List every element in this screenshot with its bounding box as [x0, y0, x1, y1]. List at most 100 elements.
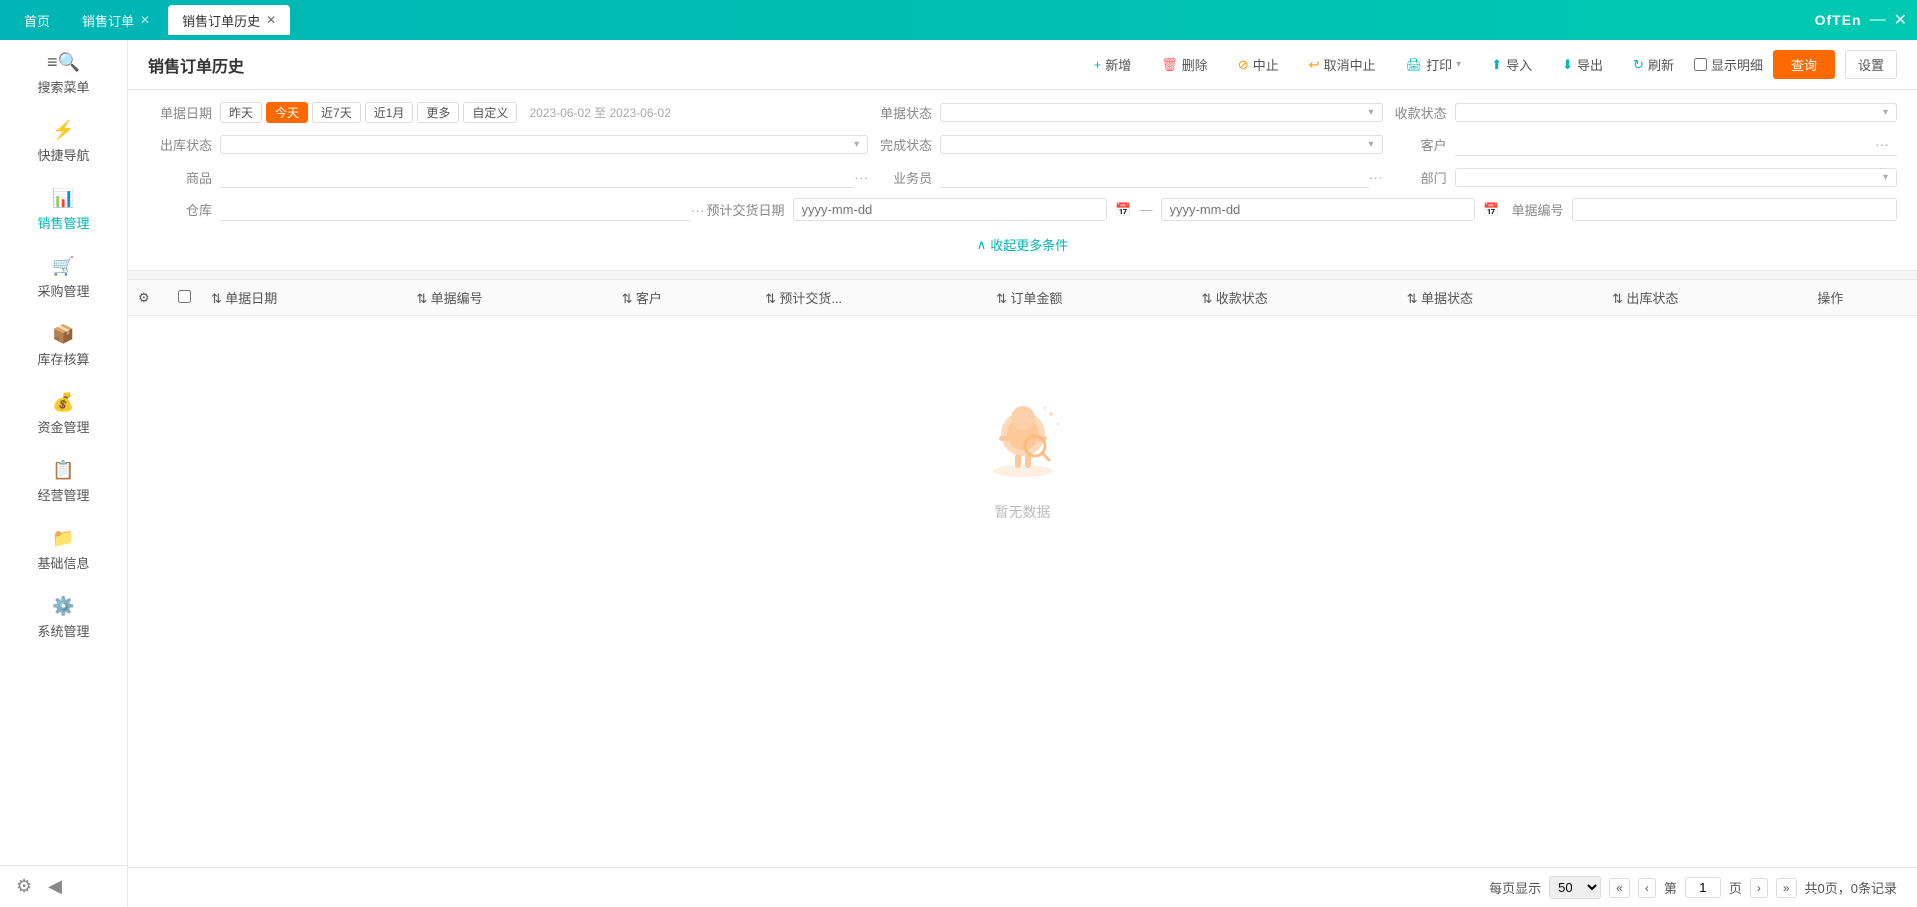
close-icon[interactable]: ✕ [1894, 10, 1907, 30]
refresh-button[interactable]: ↻ 刷新 [1623, 51, 1684, 78]
sidebar-item-search-menu-label: 搜索菜单 [37, 77, 89, 96]
select-all-checkbox[interactable] [178, 290, 191, 303]
receipt-status-select[interactable]: ▾ [1455, 103, 1897, 122]
th-amount-sort-icon[interactable]: ⇅ [996, 291, 1007, 306]
prev-page-button[interactable]: ‹ [1638, 878, 1656, 898]
out-status-select[interactable]: ▾ [220, 135, 868, 154]
settings-button[interactable]: 设置 [1845, 50, 1897, 79]
settings-gear-icon[interactable]: ⚙ [16, 876, 32, 897]
date-btn-yesterday[interactable]: 昨天 [220, 102, 262, 123]
date-btn-more[interactable]: 更多 [417, 102, 459, 123]
expected-date-to-calendar-icon[interactable]: 📅 [1483, 202, 1499, 218]
th-order-status-label: 单据状态 [1421, 291, 1473, 306]
sidebar-item-inventory[interactable]: 📦 库存核算 [0, 312, 127, 380]
collapse-link[interactable]: ∧ 收起更多条件 [148, 231, 1897, 258]
th-order-status-sort-icon[interactable]: ⇅ [1407, 291, 1418, 306]
sidebar-item-sales-mgmt[interactable]: 📊 销售管理 [0, 176, 127, 244]
cancel-stop-button[interactable]: ↩ 取消中止 [1299, 51, 1386, 78]
out-status-label: 出库状态 [148, 135, 220, 154]
sidebar-item-search-menu[interactable]: ≡🔍 搜索菜单 [0, 40, 127, 108]
sidebar-item-purchase-mgmt[interactable]: 🛒 采购管理 [0, 244, 127, 312]
page-number-input[interactable] [1685, 877, 1721, 898]
sidebar-item-base-info[interactable]: 📁 基础信息 [0, 516, 127, 584]
th-receipt-status-sort-icon[interactable]: ⇅ [1201, 291, 1212, 306]
print-button[interactable]: 🖨 打印 ▾ [1396, 51, 1472, 78]
export-icon: ⬇ [1562, 57, 1573, 73]
sidebar-item-quick-nav[interactable]: ⚡ 快捷导航 [0, 108, 127, 176]
warehouse-dots-icon[interactable]: ··· [691, 202, 705, 218]
purchase-mgmt-icon: 🛒 [52, 256, 74, 277]
filter-row-3: 商品 ··· 业务员 ··· 部门 [148, 166, 1897, 188]
sidebar-collapse-icon[interactable]: ◀ [48, 876, 62, 897]
sidebar-item-finance[interactable]: 💰 资金管理 [0, 380, 127, 448]
display-column-checkbox[interactable]: 显示明细 [1694, 55, 1763, 74]
th-customer-sort-icon[interactable]: ⇅ [622, 291, 633, 306]
date-btn-custom[interactable]: 自定义 [463, 102, 517, 123]
date-btn-today[interactable]: 今天 [266, 102, 308, 123]
department-select[interactable]: ▾ [1455, 168, 1897, 187]
last-page-button[interactable]: » [1776, 878, 1797, 898]
expected-date-range: 📅 — 📅 [793, 198, 1500, 221]
th-out-status-sort-icon[interactable]: ⇅ [1612, 291, 1623, 306]
th-action: 操作 [1807, 280, 1917, 316]
th-date-sort-icon[interactable]: ⇅ [211, 291, 222, 306]
expected-date-from-input[interactable] [793, 198, 1108, 221]
column-gear-icon[interactable]: ⚙ [138, 290, 150, 305]
tab-sales-order-history-close[interactable]: ✕ [266, 13, 276, 27]
sidebar-item-sys-mgmt[interactable]: ⚙️ 系统管理 [0, 584, 127, 652]
th-expected-date-sort-icon[interactable]: ⇅ [765, 291, 776, 306]
th-receipt-status-label: 收款状态 [1216, 291, 1268, 306]
customer-input[interactable] [1463, 137, 1875, 152]
cancel-stop-label: 取消中止 [1324, 55, 1376, 74]
th-order-no-sort-icon[interactable]: ⇅ [416, 291, 427, 306]
empty-state: 暂无数据 [128, 316, 1917, 562]
warehouse-input[interactable] [220, 199, 691, 221]
th-date-label: 单据日期 [225, 291, 277, 306]
warehouse-input-wrapper: ··· [220, 199, 705, 221]
cancel-stop-icon: ↩ [1309, 57, 1320, 73]
th-customer-label: 客户 [636, 291, 662, 306]
topbar-right: OfTEn — ✕ [1815, 10, 1907, 30]
tab-home[interactable]: 首页 [10, 5, 64, 35]
complete-status-arrow-icon: ▾ [1369, 139, 1374, 150]
salesperson-label: 业务员 [868, 168, 940, 187]
stop-button[interactable]: ⊘ 中止 [1228, 51, 1289, 78]
delete-button[interactable]: 🗑 删除 [1151, 51, 1218, 78]
expected-date-to-input[interactable] [1161, 198, 1476, 221]
import-button[interactable]: ⬆ 导入 [1481, 51, 1542, 78]
date-btn-1month[interactable]: 近1月 [365, 102, 414, 123]
goods-dots-icon[interactable]: ··· [854, 169, 868, 185]
goods-label: 商品 [148, 168, 220, 187]
quick-nav-icon: ⚡ [52, 120, 74, 141]
goods-input-wrapper: ··· [220, 166, 868, 188]
order-status-select[interactable]: ▾ [940, 103, 1382, 122]
first-page-button[interactable]: « [1609, 878, 1630, 898]
tab-sales-order-label: 销售订单 [82, 11, 134, 30]
minimize-icon[interactable]: — [1870, 11, 1886, 29]
date-btn-7days[interactable]: 近7天 [312, 102, 361, 123]
salesperson-dots-icon[interactable]: ··· [1369, 169, 1383, 185]
table-header-row: ⚙ ⇅ 单据日期 ⇅ 单据编号 [128, 280, 1917, 316]
sidebar-item-operations[interactable]: 📋 经营管理 [0, 448, 127, 516]
stop-icon: ⊘ [1238, 57, 1249, 73]
per-page-select[interactable]: 50 10 20 100 [1549, 876, 1601, 899]
tab-sales-order-history[interactable]: 销售订单历史 ✕ [168, 5, 290, 35]
export-button[interactable]: ⬇ 导出 [1552, 51, 1613, 78]
date-quick-buttons: 昨天 今天 近7天 近1月 更多 自定义 [220, 102, 517, 123]
date-range-dash: — [1140, 202, 1153, 217]
inventory-icon: 📦 [52, 324, 74, 345]
next-page-button[interactable]: › [1750, 878, 1768, 898]
tab-sales-order-close[interactable]: ✕ [140, 13, 150, 27]
new-button[interactable]: + 新增 [1084, 51, 1142, 78]
display-column-check-input[interactable] [1694, 58, 1707, 71]
customer-dots-icon[interactable]: ··· [1875, 136, 1889, 152]
search-button[interactable]: 查询 [1773, 50, 1835, 79]
goods-input[interactable] [220, 166, 854, 188]
complete-status-select[interactable]: ▾ [940, 135, 1382, 154]
expected-date-from-calendar-icon[interactable]: 📅 [1115, 202, 1131, 218]
th-customer: ⇅ 客户 [612, 280, 755, 316]
order-no-input[interactable] [1572, 198, 1898, 221]
salesperson-input[interactable] [940, 166, 1368, 188]
tab-sales-order[interactable]: 销售订单 ✕ [68, 5, 164, 35]
salesperson-input-wrapper: ··· [940, 166, 1382, 188]
